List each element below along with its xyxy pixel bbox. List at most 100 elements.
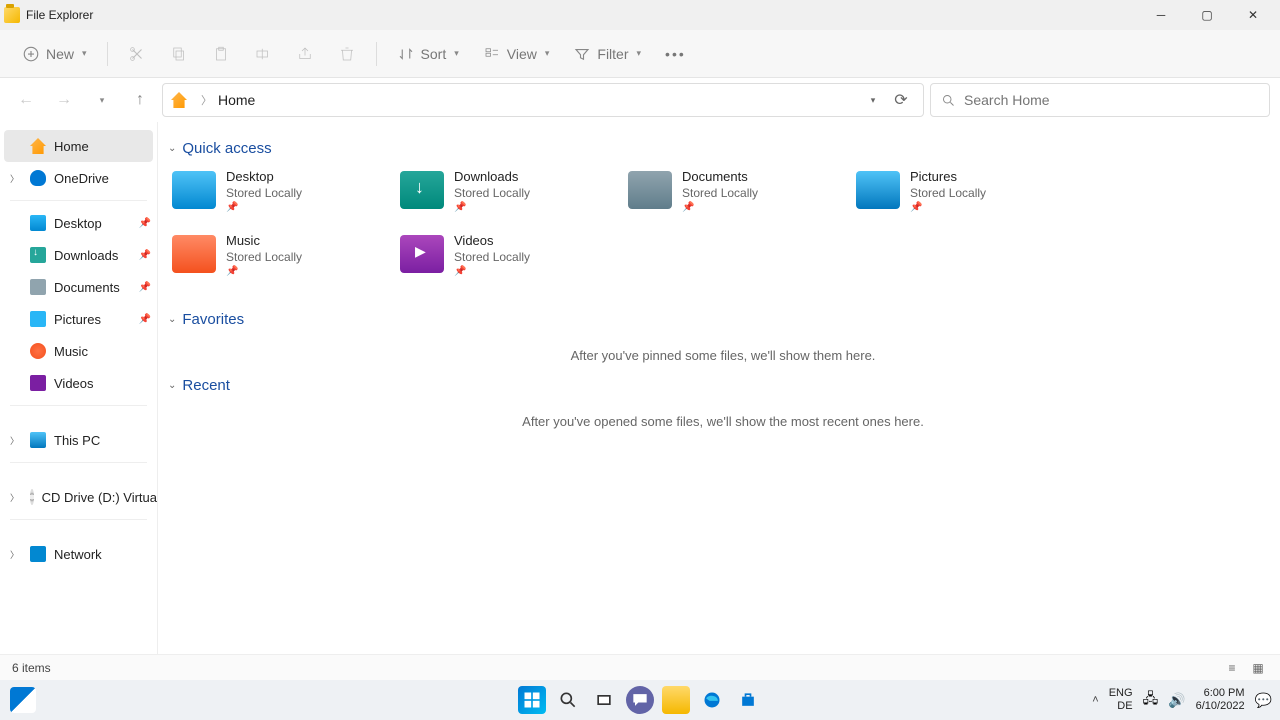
chevron-down-icon: ⌄	[168, 143, 176, 154]
downloads-icon	[30, 247, 46, 263]
search-input[interactable]	[964, 92, 1259, 108]
folder-item[interactable]: Documents Stored Locally 📌	[622, 165, 850, 229]
close-button[interactable]: ✕	[1230, 0, 1276, 30]
cut-button[interactable]	[118, 37, 156, 71]
quick-access-grid: Desktop Stored Locally 📌 Downloads Store…	[166, 165, 1280, 293]
store-button[interactable]	[734, 686, 762, 714]
recent-locations-button[interactable]: ▾	[86, 84, 118, 116]
edge-icon	[702, 690, 722, 710]
rename-button[interactable]	[244, 37, 282, 71]
icons-view-button[interactable]: ▦	[1248, 659, 1268, 677]
pin-icon: 📌	[454, 202, 530, 213]
navigation-row: ← → ▾ ↑ 〉 Home ▾ ⟳	[0, 78, 1280, 122]
sidebar-item-network[interactable]: 〉 Network	[0, 538, 157, 570]
sidebar-item-music[interactable]: Music	[0, 335, 157, 367]
item-count: 6 items	[12, 661, 51, 675]
divider	[107, 42, 108, 66]
details-view-button[interactable]: ≡	[1222, 659, 1242, 677]
folder-location: Stored Locally	[682, 186, 758, 200]
status-bar: 6 items ≡ ▦	[0, 654, 1280, 680]
up-button[interactable]: ↑	[124, 84, 156, 116]
section-favorites[interactable]: ⌄ Favorites	[168, 311, 1280, 328]
edge-button[interactable]	[698, 686, 726, 714]
folder-item[interactable]: Desktop Stored Locally 📌	[166, 165, 394, 229]
task-view-button[interactable]	[590, 686, 618, 714]
folder-item[interactable]: Downloads Stored Locally 📌	[394, 165, 622, 229]
divider	[10, 519, 147, 520]
refresh-button[interactable]: ⟳	[887, 90, 915, 110]
paste-icon	[212, 45, 230, 63]
share-button[interactable]	[286, 37, 324, 71]
folder-item[interactable]: Videos Stored Locally 📌	[394, 229, 622, 293]
filter-button[interactable]: Filter ▾	[563, 37, 651, 71]
pin-icon: 📌	[139, 218, 151, 229]
sidebar-item-thispc[interactable]: 〉 This PC	[0, 424, 157, 456]
chat-button[interactable]	[626, 686, 654, 714]
app-icon	[4, 7, 20, 23]
maximize-button[interactable]: ▢	[1184, 0, 1230, 30]
sort-label: Sort	[421, 46, 447, 62]
lang-primary: ENG	[1109, 687, 1133, 700]
minimize-button[interactable]: ─	[1138, 0, 1184, 30]
network-tray-icon[interactable]: 🖧	[1143, 688, 1159, 712]
copy-button[interactable]	[160, 37, 198, 71]
section-quick-access[interactable]: ⌄ Quick access	[168, 140, 1280, 157]
tray-chevron-button[interactable]: ˄	[1092, 694, 1098, 706]
breadcrumb-home[interactable]: Home	[218, 92, 255, 108]
sidebar-item-cddrive[interactable]: 〉 CD Drive (D:) Virtua	[0, 481, 157, 513]
chevron-right-icon[interactable]: 〉	[10, 548, 19, 561]
taskbar: ˄ ENG DE 🖧 🔊 6:00 PM 6/10/2022 💬	[0, 680, 1280, 720]
search-icon	[558, 690, 578, 710]
start-button[interactable]	[518, 686, 546, 714]
address-dropdown-button[interactable]: ▾	[859, 95, 887, 106]
sidebar-item-videos[interactable]: Videos	[0, 367, 157, 399]
sidebar-item-downloads[interactable]: Downloads 📌	[0, 239, 157, 271]
view-button[interactable]: View ▾	[473, 37, 560, 71]
address-bar[interactable]: 〉 Home ▾ ⟳	[162, 83, 924, 117]
view-icon	[483, 45, 501, 63]
volume-tray-icon[interactable]: 🔊	[1168, 692, 1185, 709]
more-button[interactable]: •••	[655, 37, 696, 71]
clock[interactable]: 6:00 PM 6/10/2022	[1196, 687, 1245, 713]
pin-icon: 📌	[682, 202, 758, 213]
folder-name: Downloads	[454, 169, 530, 184]
home-icon	[30, 138, 46, 154]
new-button[interactable]: New ▾	[12, 37, 97, 71]
title-bar: File Explorer ─ ▢ ✕	[0, 0, 1280, 30]
sidebar-item-desktop[interactable]: Desktop 📌	[0, 207, 157, 239]
sidebar-label: Network	[54, 547, 102, 562]
sidebar-item-home[interactable]: Home	[4, 130, 153, 162]
sidebar-label: OneDrive	[54, 171, 109, 186]
file-explorer-taskbar-button[interactable]	[662, 686, 690, 714]
chevron-right-icon[interactable]: 〉	[10, 434, 19, 447]
pin-icon: 📌	[226, 266, 302, 277]
sidebar-item-documents[interactable]: Documents 📌	[0, 271, 157, 303]
widgets-button[interactable]	[10, 687, 36, 713]
notifications-button[interactable]: 💬	[1255, 692, 1272, 709]
back-button[interactable]: ←	[10, 84, 42, 116]
folder-location: Stored Locally	[226, 250, 302, 264]
chevron-right-icon[interactable]: 〉	[10, 491, 19, 504]
sidebar-label: Documents	[54, 280, 120, 295]
taskbar-search-button[interactable]	[554, 686, 582, 714]
chevron-right-icon[interactable]: 〉	[10, 172, 19, 185]
search-box[interactable]	[930, 83, 1270, 117]
forward-button[interactable]: →	[48, 84, 80, 116]
sidebar-label: Pictures	[54, 312, 101, 327]
sidebar-item-onedrive[interactable]: 〉 OneDrive	[0, 162, 157, 194]
paste-button[interactable]	[202, 37, 240, 71]
folder-item[interactable]: Music Stored Locally 📌	[166, 229, 394, 293]
folder-icon	[628, 171, 672, 209]
chevron-down-icon: ▾	[454, 48, 459, 59]
language-indicator[interactable]: ENG DE	[1109, 687, 1133, 713]
folder-item[interactable]: Pictures Stored Locally 📌	[850, 165, 1078, 229]
sort-button[interactable]: Sort ▾	[387, 37, 469, 71]
section-label: Recent	[182, 377, 230, 394]
sidebar-item-pictures[interactable]: Pictures 📌	[0, 303, 157, 335]
chevron-down-icon: ▾	[82, 48, 87, 59]
cloud-icon	[30, 170, 46, 186]
favorites-empty-message: After you've pinned some files, we'll sh…	[166, 348, 1280, 363]
delete-button[interactable]	[328, 37, 366, 71]
divider	[10, 405, 147, 406]
section-recent[interactable]: ⌄ Recent	[168, 377, 1280, 394]
